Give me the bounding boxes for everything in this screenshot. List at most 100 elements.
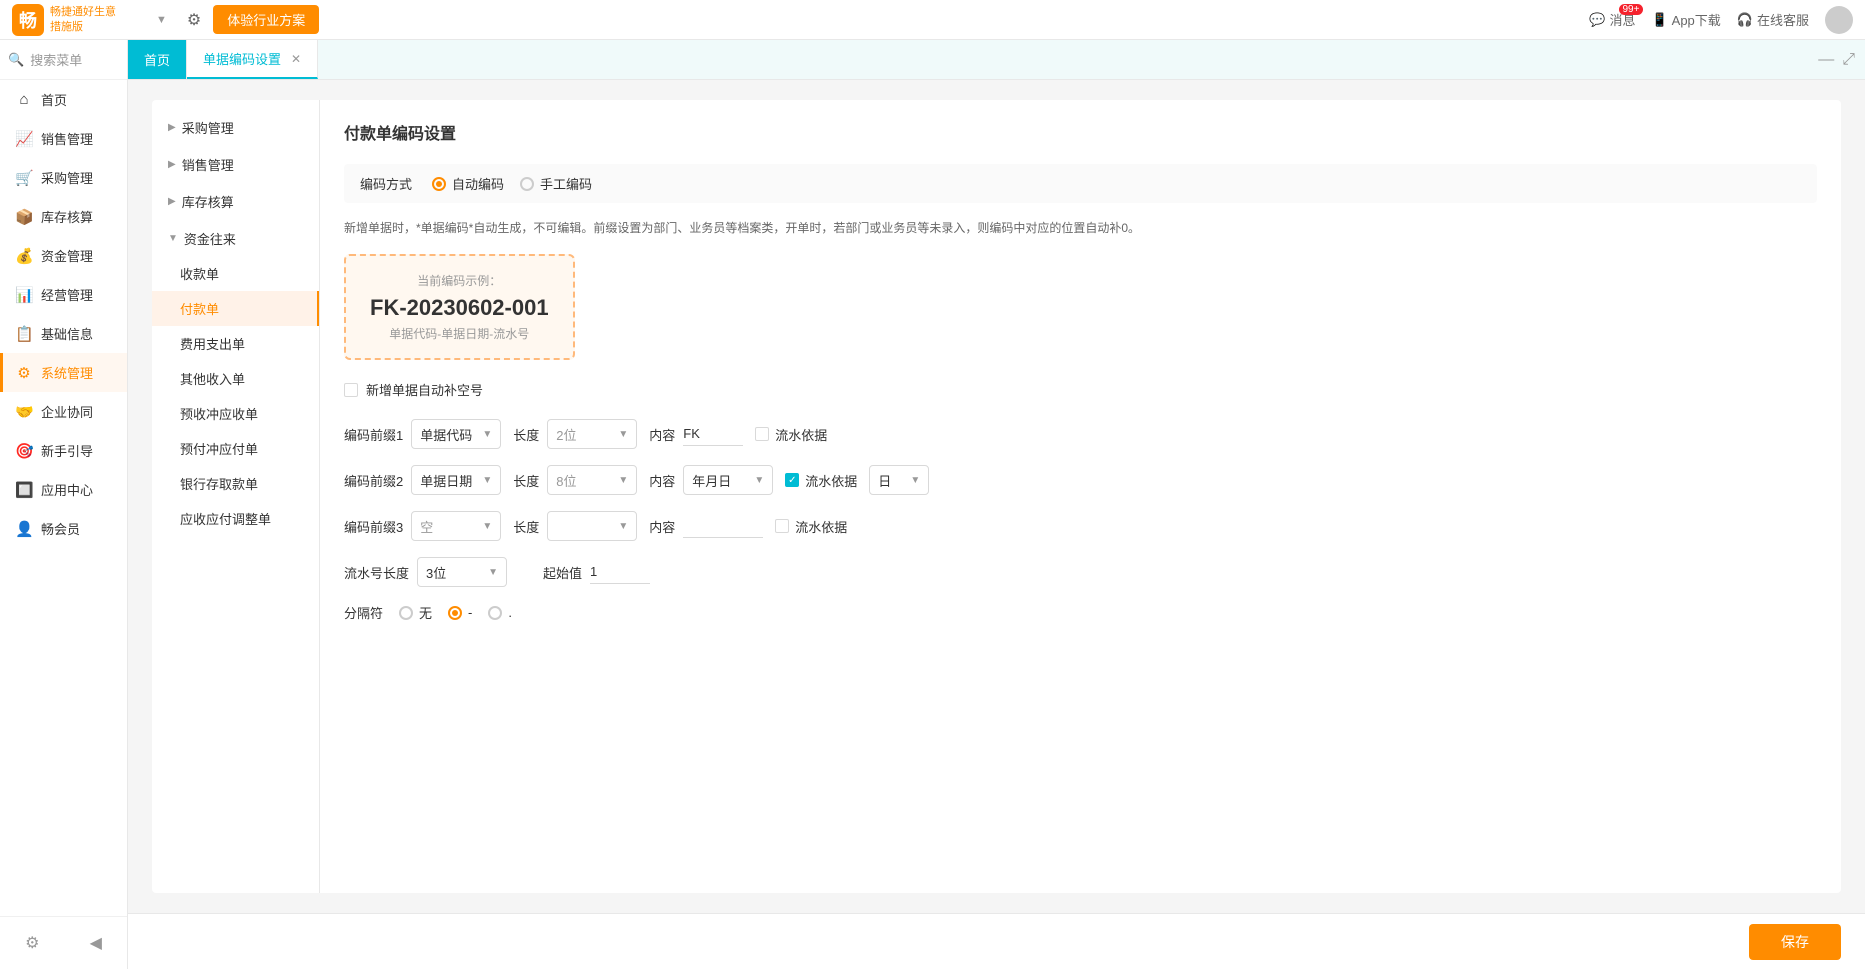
sec-nav-item-bank-deposit[interactable]: 银行存取款单	[152, 466, 319, 501]
prefix3-stream-field: 流水依据	[775, 517, 847, 536]
prefix2-length-select[interactable]: 8位 ▼	[547, 465, 637, 495]
main-panel: 付款单编码设置 编码方式 自动编码 手工编码	[320, 100, 1841, 893]
prefix1-length-field: 长度 2位 ▼	[513, 419, 637, 449]
sales-icon: 📈	[15, 130, 33, 148]
sidebar-item-operations[interactable]: 📊 经营管理	[0, 275, 127, 314]
prefix2-length-arrow-icon: ▼	[618, 475, 628, 486]
prefix2-stream-field: ✓ 流水依据	[785, 471, 857, 490]
chevron-right-icon-3: ▶	[168, 196, 176, 207]
prefix3-length-select[interactable]: ▼	[547, 511, 637, 541]
tab-expand-icon[interactable]: ⤢	[1842, 51, 1855, 69]
logo: 畅 畅捷通好生意 措施版	[12, 4, 140, 36]
prefix1-select[interactable]: 单据代码 ▼	[411, 419, 501, 449]
prefix-row-2: 编码前缀2 单据日期 ▼ 长度 8位 ▼	[344, 465, 1817, 495]
search-menu-btn[interactable]: 🔍 搜索菜单	[0, 40, 127, 80]
sidebar-settings-btn[interactable]: ⚙	[17, 925, 47, 961]
code-preview-box: 当前编码示例： FK-20230602-001 单据代码-单据日期-流水号	[344, 254, 575, 360]
tab-close-icon[interactable]: ✕	[291, 52, 301, 66]
serial-row: 流水号长度 3位 ▼ 起始值 1	[344, 557, 1817, 587]
prefix2-arrow-icon: ▼	[482, 475, 492, 486]
sidebar-item-basic[interactable]: 📋 基础信息	[0, 314, 127, 353]
serial-length-arrow-icon: ▼	[488, 567, 498, 578]
prefix3-field: 编码前缀3 空 ▼	[344, 511, 501, 541]
app-download-btn[interactable]: 📱 App下载	[1651, 10, 1720, 29]
prefix2-stream-checkbox[interactable]: ✓	[785, 473, 799, 487]
sec-nav-header-purchase[interactable]: ▶ 采购管理	[152, 110, 319, 145]
prefix1-stream-label: 流水依据	[775, 425, 827, 444]
settings-icon[interactable]: ⚙	[183, 10, 205, 30]
tab-bar-actions: — ⤢	[1808, 40, 1865, 79]
sidebar: 🔍 搜索菜单 ⌂ 首页 📈 销售管理 🛒 采购管理 📦 库存核算 💰 资金管理 …	[0, 40, 128, 969]
sidebar-item-home[interactable]: ⌂ 首页	[0, 80, 127, 119]
sidebar-item-inventory[interactable]: 📦 库存核算	[0, 197, 127, 236]
sidebar-collapse-btn[interactable]: ◀	[82, 925, 110, 961]
sec-nav-header-capital[interactable]: ▼ 资金往来	[152, 221, 319, 256]
sec-nav-header-inventory[interactable]: ▶ 库存核算	[152, 184, 319, 219]
avatar[interactable]	[1825, 6, 1853, 34]
sidebar-item-purchase[interactable]: 🛒 采购管理	[0, 158, 127, 197]
prefix1-length-arrow-icon: ▼	[618, 429, 628, 440]
sidebar-item-guide[interactable]: 🎯 新手引导	[0, 431, 127, 470]
prefix2-content-arrow-icon: ▼	[754, 475, 764, 486]
sec-nav-item-advance-receivable[interactable]: 预收冲应收单	[152, 396, 319, 431]
sec-nav-item-payment[interactable]: 付款单	[152, 291, 319, 326]
prefix2-length-field: 长度 8位 ▼	[513, 465, 637, 495]
sep-none-radio[interactable]: 无	[399, 603, 432, 622]
tab-minimize-icon[interactable]: —	[1818, 51, 1834, 69]
prefix2-select[interactable]: 单据日期 ▼	[411, 465, 501, 495]
prefix2-period-select[interactable]: 日 ▼	[869, 465, 929, 495]
save-button[interactable]: 保存	[1749, 924, 1841, 960]
sec-nav-item-other-income[interactable]: 其他收入单	[152, 361, 319, 396]
code-preview-value: FK-20230602-001	[370, 295, 549, 321]
prefix1-content-field: 内容	[649, 422, 743, 446]
tab-home[interactable]: 首页	[128, 40, 187, 79]
manual-encode-radio[interactable]: 手工编码	[520, 174, 592, 193]
member-icon: 👤	[15, 520, 33, 538]
sec-nav-item-receipt[interactable]: 收款单	[152, 256, 319, 291]
tab-serial-settings[interactable]: 单据编码设置 ✕	[187, 40, 318, 79]
sidebar-bottom: ⚙ ◀	[0, 916, 127, 969]
nav-dropdown[interactable]: ▼	[148, 14, 175, 26]
sec-nav-item-expense[interactable]: 费用支出单	[152, 326, 319, 361]
prefix1-content-input[interactable]	[683, 422, 743, 446]
online-service-btn[interactable]: 🎧 在线客服	[1737, 10, 1809, 29]
sec-nav-capital: ▼ 资金往来 收款单 付款单 费用支出单 其他收入单 预收冲应收单 预付冲应付单…	[152, 221, 319, 536]
serial-length-field: 流水号长度 3位 ▼	[344, 557, 507, 587]
prefix1-stream-checkbox[interactable]	[755, 427, 769, 441]
prefix3-arrow-icon: ▼	[482, 521, 492, 532]
sep-dot-radio[interactable]: .	[488, 605, 512, 620]
auto-fill-checkbox[interactable]	[344, 383, 358, 397]
prefix1-content-label: 内容	[649, 425, 675, 444]
sidebar-item-member[interactable]: 👤 畅会员	[0, 509, 127, 548]
start-value-input[interactable]: 1	[590, 560, 650, 584]
prefix2-content-select[interactable]: 年月日 ▼	[683, 465, 773, 495]
sec-nav-header-sales[interactable]: ▶ 销售管理	[152, 147, 319, 182]
sidebar-item-finance[interactable]: 💰 资金管理	[0, 236, 127, 275]
sidebar-item-apps[interactable]: 🔲 应用中心	[0, 470, 127, 509]
prefix2-period-arrow-icon: ▼	[910, 475, 920, 486]
prefix3-content-input[interactable]	[683, 514, 763, 538]
sep-dash-radio[interactable]: -	[448, 605, 472, 620]
message-badge: 99+	[1619, 4, 1644, 15]
sidebar-item-sales[interactable]: 📈 销售管理	[0, 119, 127, 158]
prefix3-label: 编码前缀3	[344, 517, 403, 536]
prefix2-label: 编码前缀2	[344, 471, 403, 490]
prefix2-content-label: 内容	[649, 471, 675, 490]
prefix3-select[interactable]: 空 ▼	[411, 511, 501, 541]
auto-encode-radio[interactable]: 自动编码	[432, 174, 504, 193]
serial-length-select[interactable]: 3位 ▼	[417, 557, 507, 587]
enterprise-icon: 🤝	[15, 403, 33, 421]
search-icon: 🔍	[8, 52, 24, 68]
prefix2-stream-label: 流水依据	[805, 471, 857, 490]
sidebar-item-system[interactable]: ⚙ 系统管理	[0, 353, 127, 392]
sidebar-item-enterprise[interactable]: 🤝 企业协同	[0, 392, 127, 431]
prefix3-stream-checkbox[interactable]	[775, 519, 789, 533]
basic-icon: 📋	[15, 325, 33, 343]
message-btn[interactable]: 💬 消息 99+	[1589, 10, 1635, 29]
separator-row: 分隔符 无 - .	[344, 603, 1817, 622]
info-text: 新增单据时，*单据编码*自动生成，不可编辑。前缀设置为部门、业务员等档案类，开单…	[344, 219, 1817, 238]
prefix1-length-select[interactable]: 2位 ▼	[547, 419, 637, 449]
sec-nav-item-advance-payable[interactable]: 预付冲应付单	[152, 431, 319, 466]
industry-btn[interactable]: 体验行业方案	[213, 5, 319, 34]
sec-nav-item-adjust[interactable]: 应收应付调整单	[152, 501, 319, 536]
